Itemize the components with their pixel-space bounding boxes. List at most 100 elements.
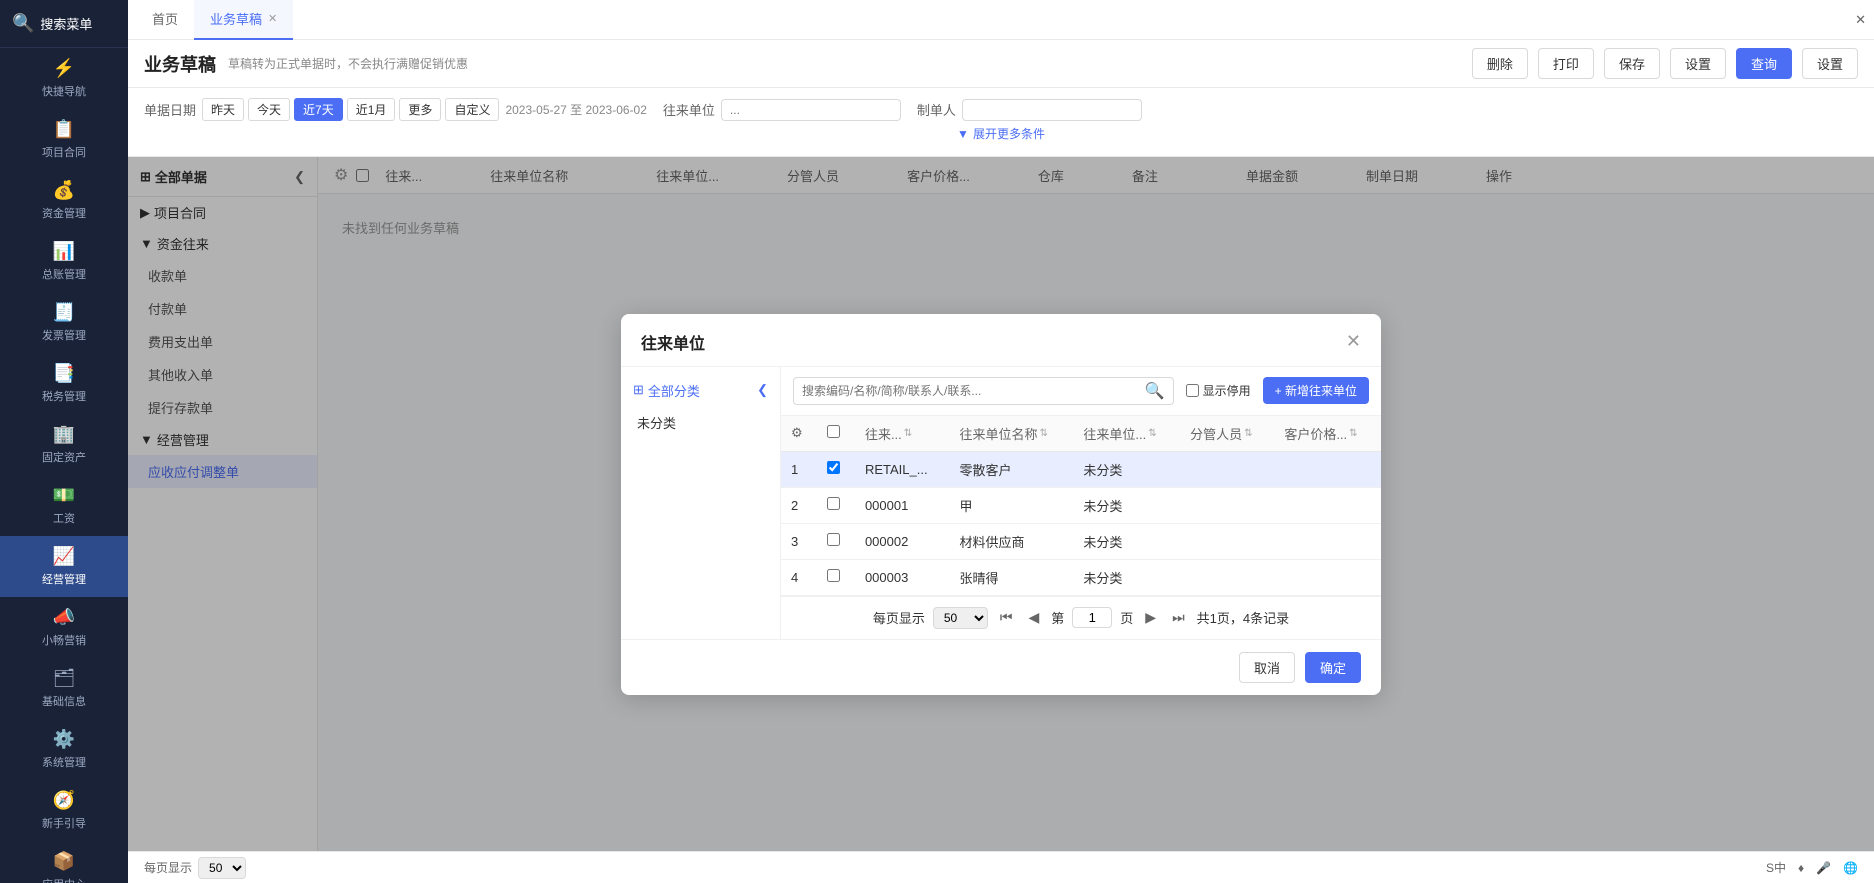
expand-more-btn[interactable]: ▼ 展开更多条件: [144, 121, 1858, 146]
bottom-diamond-icon: ♦: [1798, 861, 1804, 875]
search-icon-btn[interactable]: 🔍: [1145, 381, 1165, 401]
sidebar-item-basic[interactable]: 🗂 基础信息: [0, 658, 128, 719]
sidebar-item-tax[interactable]: 📑 税务管理: [0, 353, 128, 414]
col-checkbox[interactable]: [817, 416, 855, 452]
category-collapse-icon[interactable]: ❮: [757, 382, 768, 398]
sidebar-search-label[interactable]: 搜索菜单: [40, 14, 92, 33]
filter-creator-input[interactable]: [962, 99, 1142, 121]
tab-draft-close[interactable]: ✕: [268, 12, 277, 25]
filter-date-buttons: 昨天 今天 近7天 近1月 更多 自定义: [202, 98, 499, 121]
sidebar-item-invoice[interactable]: 🧾 发票管理: [0, 292, 128, 353]
show-disabled-label: 显示停用: [1186, 382, 1251, 399]
tab-home[interactable]: 首页: [136, 0, 194, 40]
sidebar-item-sysadmin[interactable]: ⚙️ 系统管理: [0, 719, 128, 780]
dialog-pagination: 每页显示 50 100 ⏮ ◀ 第 页 ▶ ⏭ 共: [781, 596, 1381, 639]
per-page-select[interactable]: 50 100: [933, 607, 988, 629]
page-number-input[interactable]: [1072, 607, 1112, 628]
sidebar-label-ledger: 总账管理: [42, 266, 86, 282]
row-check-3[interactable]: [827, 533, 840, 546]
save-button[interactable]: 保存: [1604, 48, 1660, 79]
table-row[interactable]: 2 000001 甲 未分类: [781, 487, 1381, 523]
row-checkbox-1[interactable]: [817, 451, 855, 487]
topbar-right: ✕: [1855, 12, 1866, 28]
table-row[interactable]: 1 RETAIL_... 零散客户 未分类: [781, 451, 1381, 487]
category-unclassified[interactable]: 未分类: [621, 406, 780, 439]
sidebar-item-salary[interactable]: 💵 工资: [0, 475, 128, 536]
main-area: 首页 业务草稿 ✕ ✕ 业务草稿 草稿转为正式单据时，不会执行满赠促销优惠 删除…: [128, 0, 1874, 883]
add-counterparty-button[interactable]: + 新增往来单位: [1263, 377, 1369, 404]
sidebar-item-assets[interactable]: 🏢 固定资产: [0, 414, 128, 475]
date-btn-custom[interactable]: 自定义: [445, 98, 499, 121]
row-cat-1: 未分类: [1073, 451, 1180, 487]
bottom-mic-icon: 🎤: [1816, 861, 1831, 875]
next-page-btn[interactable]: ▶: [1141, 607, 1160, 628]
filter-counterparty-input[interactable]: [721, 99, 901, 121]
topbar-close-icon[interactable]: ✕: [1855, 12, 1866, 28]
row-manager-4: [1180, 559, 1274, 595]
tab-home-label: 首页: [152, 9, 178, 28]
dialog-close-button[interactable]: ✕: [1346, 331, 1361, 352]
sidebar-item-fund[interactable]: 💰 资金管理: [0, 170, 128, 231]
row-settings-1: 1: [781, 451, 817, 487]
page-actions: 删除 打印 保存 设置 查询 设置: [1472, 48, 1858, 79]
date-btn-7days[interactable]: 近7天: [294, 98, 343, 121]
category-panel: ⊞ 全部分类 ❮ 未分类: [621, 367, 781, 639]
row-name-3: 材料供应商: [949, 523, 1073, 559]
print-button[interactable]: 打印: [1538, 48, 1594, 79]
delete-button[interactable]: 删除: [1472, 48, 1528, 79]
query-button[interactable]: 查询: [1736, 48, 1792, 79]
row-check-4[interactable]: [827, 569, 840, 582]
confirm-button[interactable]: 确定: [1305, 652, 1361, 683]
topbar: 首页 业务草稿 ✕ ✕: [128, 0, 1874, 40]
sidebar-item-ledger[interactable]: 📊 总账管理: [0, 231, 128, 292]
filter-date: 单据日期 昨天 今天 近7天 近1月 更多 自定义 2023-05-27 至 2…: [144, 98, 647, 121]
row-settings-3: 3: [781, 523, 817, 559]
table-scroll: ⚙ 往来...⇅ 往来单位名称⇅ 往来单位...⇅ 分管人员⇅ 客户价格...⇅: [781, 416, 1381, 596]
sidebar-item-quicknav[interactable]: ⚡ 快捷导航: [0, 48, 128, 109]
row-manager-3: [1180, 523, 1274, 559]
prev-page-btn[interactable]: ◀: [1024, 607, 1043, 628]
table-row[interactable]: 3 000002 材料供应商 未分类: [781, 523, 1381, 559]
row-check-2[interactable]: [827, 497, 840, 510]
sidebar-item-guide[interactable]: 🧭 新手引导: [0, 780, 128, 841]
row-cat-4: 未分类: [1073, 559, 1180, 595]
show-disabled-checkbox[interactable]: [1186, 384, 1199, 397]
date-btn-1month[interactable]: 近1月: [347, 98, 396, 121]
bottom-s-icon: S中: [1766, 859, 1786, 876]
table-row[interactable]: 4 000003 张晴得 未分类: [781, 559, 1381, 595]
date-btn-today[interactable]: 今天: [248, 98, 290, 121]
category-all-label[interactable]: ⊞ 全部分类 ❮: [621, 375, 780, 406]
sidebar-item-apps[interactable]: 📦 应用中心: [0, 841, 128, 883]
sidebar-item-project[interactable]: 📋 项目合同: [0, 109, 128, 170]
settings-button[interactable]: 设置: [1670, 48, 1726, 79]
row-name-2: 甲: [949, 487, 1073, 523]
cancel-button[interactable]: 取消: [1239, 652, 1295, 683]
fund-icon: 💰: [53, 180, 75, 201]
data-table: ⚙ 往来...⇅ 往来单位名称⇅ 往来单位...⇅ 分管人员⇅ 客户价格...⇅: [781, 416, 1381, 596]
sidebar-label-basic: 基础信息: [42, 693, 86, 709]
dialog-body: ⊞ 全部分类 ❮ 未分类 🔍: [621, 367, 1381, 639]
select-all-table[interactable]: [827, 425, 840, 438]
table-header-row: ⚙ 往来...⇅ 往来单位名称⇅ 往来单位...⇅ 分管人员⇅ 客户价格...⇅: [781, 416, 1381, 452]
sidebar-item-ops[interactable]: 📈 经营管理: [0, 536, 128, 597]
sidebar-label-marketing: 小畅营销: [42, 632, 86, 648]
row-price-2: [1274, 487, 1381, 523]
search-input[interactable]: [802, 384, 1141, 398]
row-checkbox-3[interactable]: [817, 523, 855, 559]
first-page-btn[interactable]: ⏮: [996, 607, 1017, 628]
page-title: 业务草稿: [144, 51, 216, 77]
date-btn-yesterday[interactable]: 昨天: [202, 98, 244, 121]
tab-draft[interactable]: 业务草稿 ✕: [194, 0, 293, 40]
row-checkbox-2[interactable]: [817, 487, 855, 523]
last-page-btn[interactable]: ⏭: [1168, 607, 1189, 628]
sidebar-item-marketing[interactable]: 📣 小畅营销: [0, 597, 128, 658]
filter-settings-button[interactable]: 设置: [1802, 48, 1858, 79]
marketing-icon: 📣: [53, 607, 75, 628]
row-check-1[interactable]: [827, 461, 840, 474]
search-box: 🔍: [793, 377, 1174, 405]
col-settings[interactable]: ⚙: [781, 416, 817, 452]
bottom-per-page-select[interactable]: 50: [198, 857, 246, 879]
row-manager-2: [1180, 487, 1274, 523]
row-checkbox-4[interactable]: [817, 559, 855, 595]
date-btn-more[interactable]: 更多: [399, 98, 441, 121]
